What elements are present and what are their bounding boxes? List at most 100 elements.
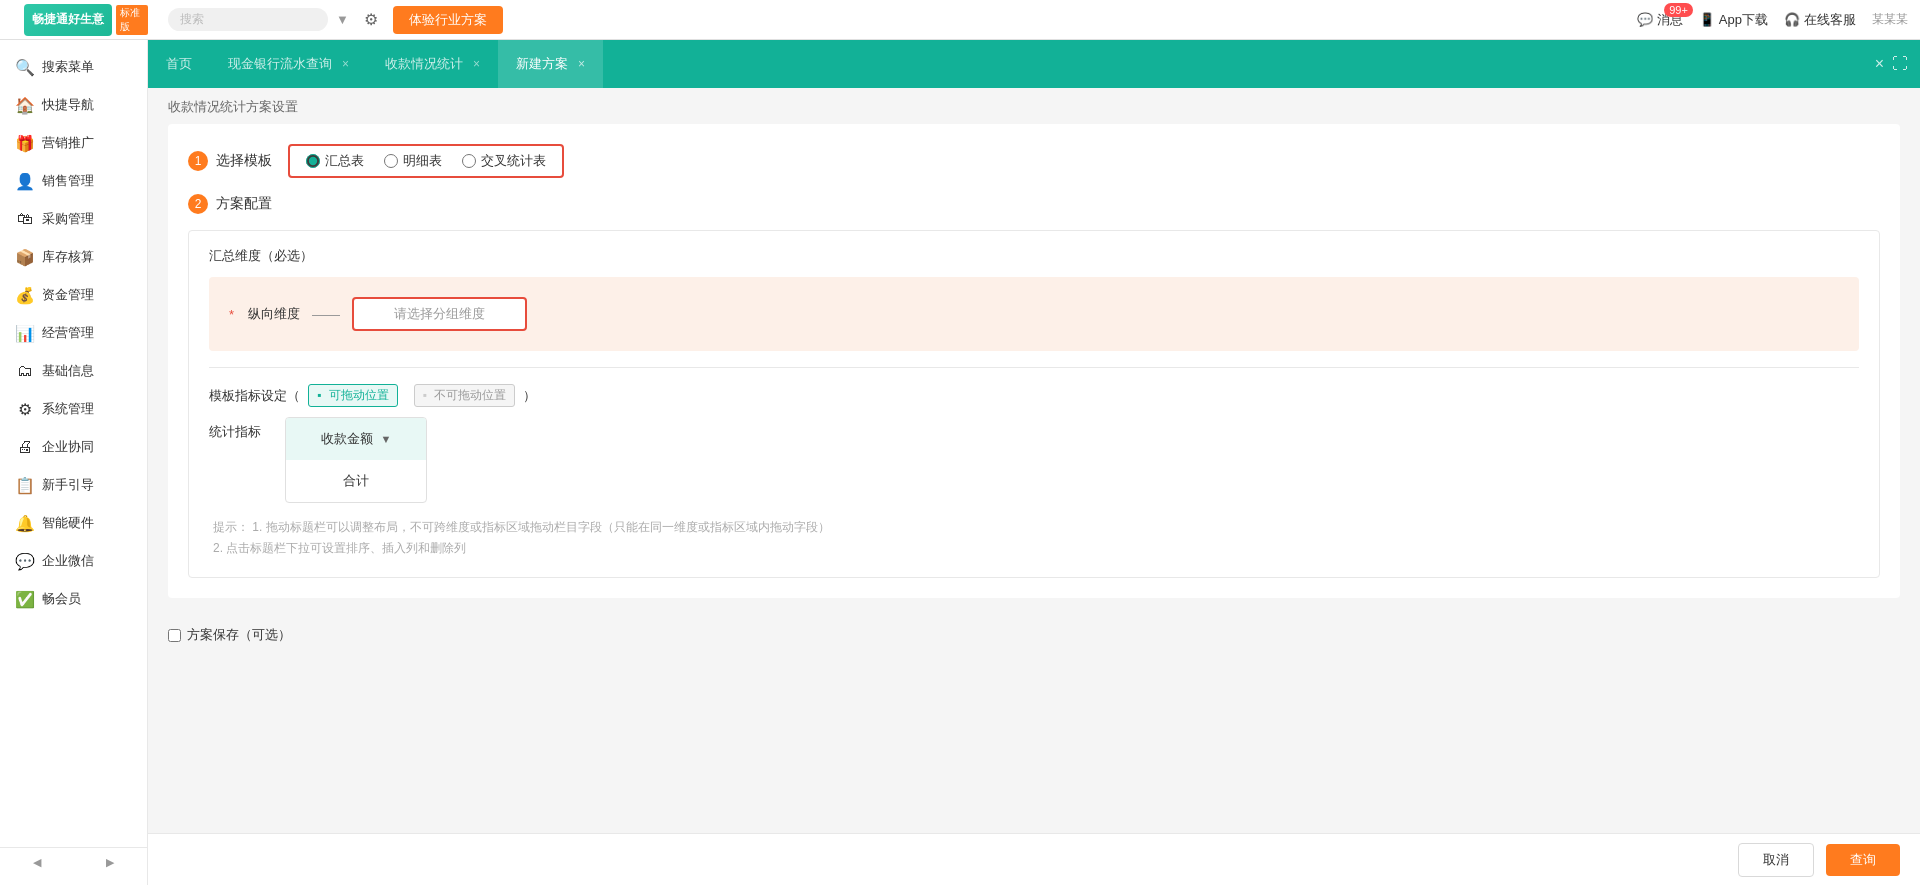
- dim-arrow: ——: [312, 306, 340, 322]
- sidebar-item-sales[interactable]: 👤 销售管理: [0, 162, 147, 200]
- sidebar-label-sales: 销售管理: [42, 172, 94, 190]
- user-name[interactable]: 某某某: [1872, 11, 1908, 28]
- logo: 畅捷通好生意 标准版: [12, 0, 160, 44]
- sidebar-item-wechat[interactable]: 💬 企业微信: [0, 542, 147, 580]
- sidebar-item-inventory[interactable]: 📦 库存核算: [0, 238, 147, 276]
- metrics-col-header-row[interactable]: 收款金额 ▼: [286, 424, 426, 454]
- tab-cashflow-label: 现金银行流水查询: [228, 55, 332, 73]
- dim-section-title: 汇总维度（必选）: [209, 247, 1859, 265]
- sidebar-item-basics[interactable]: 🗂 基础信息: [0, 352, 147, 390]
- save-plan-checkbox[interactable]: [168, 629, 181, 642]
- cancel-button[interactable]: 取消: [1738, 843, 1814, 877]
- tab-new-plan-close[interactable]: ×: [578, 57, 585, 71]
- tab-home-label: 首页: [166, 55, 192, 73]
- radio-cross[interactable]: 交叉统计表: [462, 152, 546, 170]
- tab-maximize[interactable]: ⛶: [1892, 55, 1908, 73]
- section1-row: 1 选择模板 汇总表 明细表 交叉统计表: [188, 144, 1880, 178]
- sidebar-item-collab[interactable]: 🖨 企业协同: [0, 428, 147, 466]
- sidebar-item-purchase[interactable]: 🛍 采购管理: [0, 200, 147, 238]
- page-content: 收款情况统计方案设置 1 选择模板 汇总表 明细表: [148, 88, 1920, 833]
- sidebar-footer-right[interactable]: ▶: [106, 856, 114, 869]
- trial-button[interactable]: 体验行业方案: [393, 6, 503, 34]
- main-layout: 🔍 搜索菜单 🏠 快捷导航 🎁 营销推广 👤 销售管理 🛍 采购管理 📦 库存核…: [0, 40, 1920, 885]
- settings-icon[interactable]: ⚙: [357, 6, 385, 34]
- radio-detail[interactable]: 明细表: [384, 152, 442, 170]
- search-box[interactable]: 搜索: [168, 8, 328, 31]
- unmovable-tag: ▪ 不可拖动位置: [414, 384, 516, 407]
- sidebar-item-operations[interactable]: 📊 经营管理: [0, 314, 147, 352]
- dropdown-arrow[interactable]: ▼: [336, 12, 349, 27]
- sidebar-label-marketing: 营销推广: [42, 134, 94, 152]
- guide-icon: 📋: [16, 476, 34, 494]
- required-marker: *: [229, 307, 234, 322]
- sidebar-item-marketing[interactable]: 🎁 营销推广: [0, 124, 147, 162]
- tab-collection[interactable]: 收款情况统计 ×: [367, 40, 498, 88]
- sidebar-label-member: 畅会员: [42, 590, 81, 608]
- tab-bar: 首页 现金银行流水查询 × 收款情况统计 × 新建方案 × × ⛶: [148, 40, 1920, 88]
- logo-text: 畅捷通好生意: [32, 11, 104, 28]
- download-label: App下载: [1719, 11, 1768, 29]
- tab-collection-close[interactable]: ×: [473, 57, 480, 71]
- chat-icon: 💬: [1637, 12, 1653, 27]
- dim-select-button[interactable]: 请选择分组维度: [352, 297, 527, 331]
- query-button[interactable]: 查询: [1826, 844, 1900, 876]
- sidebar-item-system[interactable]: ⚙ 系统管理: [0, 390, 147, 428]
- movable-tag-label: 可拖动位置: [329, 388, 389, 402]
- sidebar-item-finance[interactable]: 💰 资金管理: [0, 276, 147, 314]
- gift-icon: 🎁: [16, 134, 34, 152]
- section1-title: 选择模板: [216, 152, 272, 170]
- sidebar-item-nav[interactable]: 🏠 快捷导航: [0, 86, 147, 124]
- service-button[interactable]: 🎧 在线客服: [1784, 11, 1856, 29]
- sidebar-item-search[interactable]: 🔍 搜索菜单: [0, 48, 147, 86]
- tab-cashflow[interactable]: 现金银行流水查询 ×: [210, 40, 367, 88]
- radio-summary[interactable]: 汇总表: [306, 152, 364, 170]
- chevron-down-icon[interactable]: ▼: [381, 433, 392, 445]
- metrics-header-text: 模板指标设定（: [209, 387, 300, 405]
- sidebar-item-member[interactable]: ✅ 畅会员: [0, 580, 147, 618]
- sidebar-footer-left[interactable]: ◀: [33, 856, 41, 869]
- service-label: 在线客服: [1804, 11, 1856, 29]
- headset-icon: 🎧: [1784, 12, 1800, 27]
- sidebar: 🔍 搜索菜单 🏠 快捷导航 🎁 营销推广 👤 销售管理 🛍 采购管理 📦 库存核…: [0, 40, 148, 885]
- metrics-cell-total: 合计: [286, 466, 426, 496]
- footer-bar: 取消 查询: [148, 833, 1920, 885]
- sidebar-footer: ◀ ▶: [0, 847, 147, 877]
- tab-home[interactable]: 首页: [148, 40, 210, 88]
- section1-number: 1: [188, 151, 208, 171]
- radio-cross-input[interactable]: [462, 154, 476, 168]
- tab-close-all[interactable]: ×: [1875, 55, 1884, 73]
- vertical-dim-label: 纵向维度: [248, 305, 300, 323]
- sidebar-label-finance: 资金管理: [42, 286, 94, 304]
- sidebar-label-hardware: 智能硬件: [42, 514, 94, 532]
- search-icon: 🔍: [16, 58, 34, 76]
- tab-new-plan[interactable]: 新建方案 ×: [498, 40, 603, 88]
- section2-title: 方案配置: [216, 195, 272, 213]
- dim-title-text: 汇总维度（必选）: [209, 248, 313, 263]
- top-bar: 畅捷通好生意 标准版 搜索 ▼ ⚙ 体验行业方案 💬 消息 99+ 📱 App下…: [0, 0, 1920, 40]
- dimension-area: * 纵向维度 —— 请选择分组维度: [209, 277, 1859, 351]
- main-card: 1 选择模板 汇总表 明细表 交叉统计表: [168, 124, 1900, 598]
- tab-cashflow-close[interactable]: ×: [342, 57, 349, 71]
- radio-cross-label: 交叉统计表: [481, 152, 546, 170]
- sidebar-item-guide[interactable]: 📋 新手引导: [0, 466, 147, 504]
- save-plan-label: 方案保存（可选）: [187, 626, 291, 644]
- message-button[interactable]: 💬 消息 99+: [1637, 11, 1683, 29]
- sales-icon: 👤: [16, 172, 34, 190]
- tip-2: 2. 点击标题栏下拉可设置排序、插入列和删除列: [213, 540, 1855, 557]
- logo-image: 畅捷通好生意: [24, 4, 112, 36]
- movable-tag-icon: ▪: [317, 388, 321, 402]
- save-plan-checkbox-label[interactable]: 方案保存（可选）: [168, 626, 291, 644]
- dimension-row: * 纵向维度 —— 请选择分组维度: [229, 297, 1839, 331]
- radio-detail-input[interactable]: [384, 154, 398, 168]
- download-icon: 📱: [1699, 12, 1715, 27]
- tab-new-plan-label: 新建方案: [516, 55, 568, 73]
- movable-tag: ▪ 可拖动位置: [308, 384, 398, 407]
- home-icon: 🏠: [16, 96, 34, 114]
- divider: [209, 367, 1859, 368]
- download-button[interactable]: 📱 App下载: [1699, 11, 1768, 29]
- radio-summary-input[interactable]: [306, 154, 320, 168]
- tab-bar-actions: × ⛶: [1863, 40, 1920, 88]
- sidebar-item-hardware[interactable]: 🔔 智能硬件: [0, 504, 147, 542]
- top-bar-right: 💬 消息 99+ 📱 App下载 🎧 在线客服 某某某: [1637, 11, 1908, 29]
- config-section: 汇总维度（必选） * 纵向维度 —— 请选择分组维度: [188, 230, 1880, 578]
